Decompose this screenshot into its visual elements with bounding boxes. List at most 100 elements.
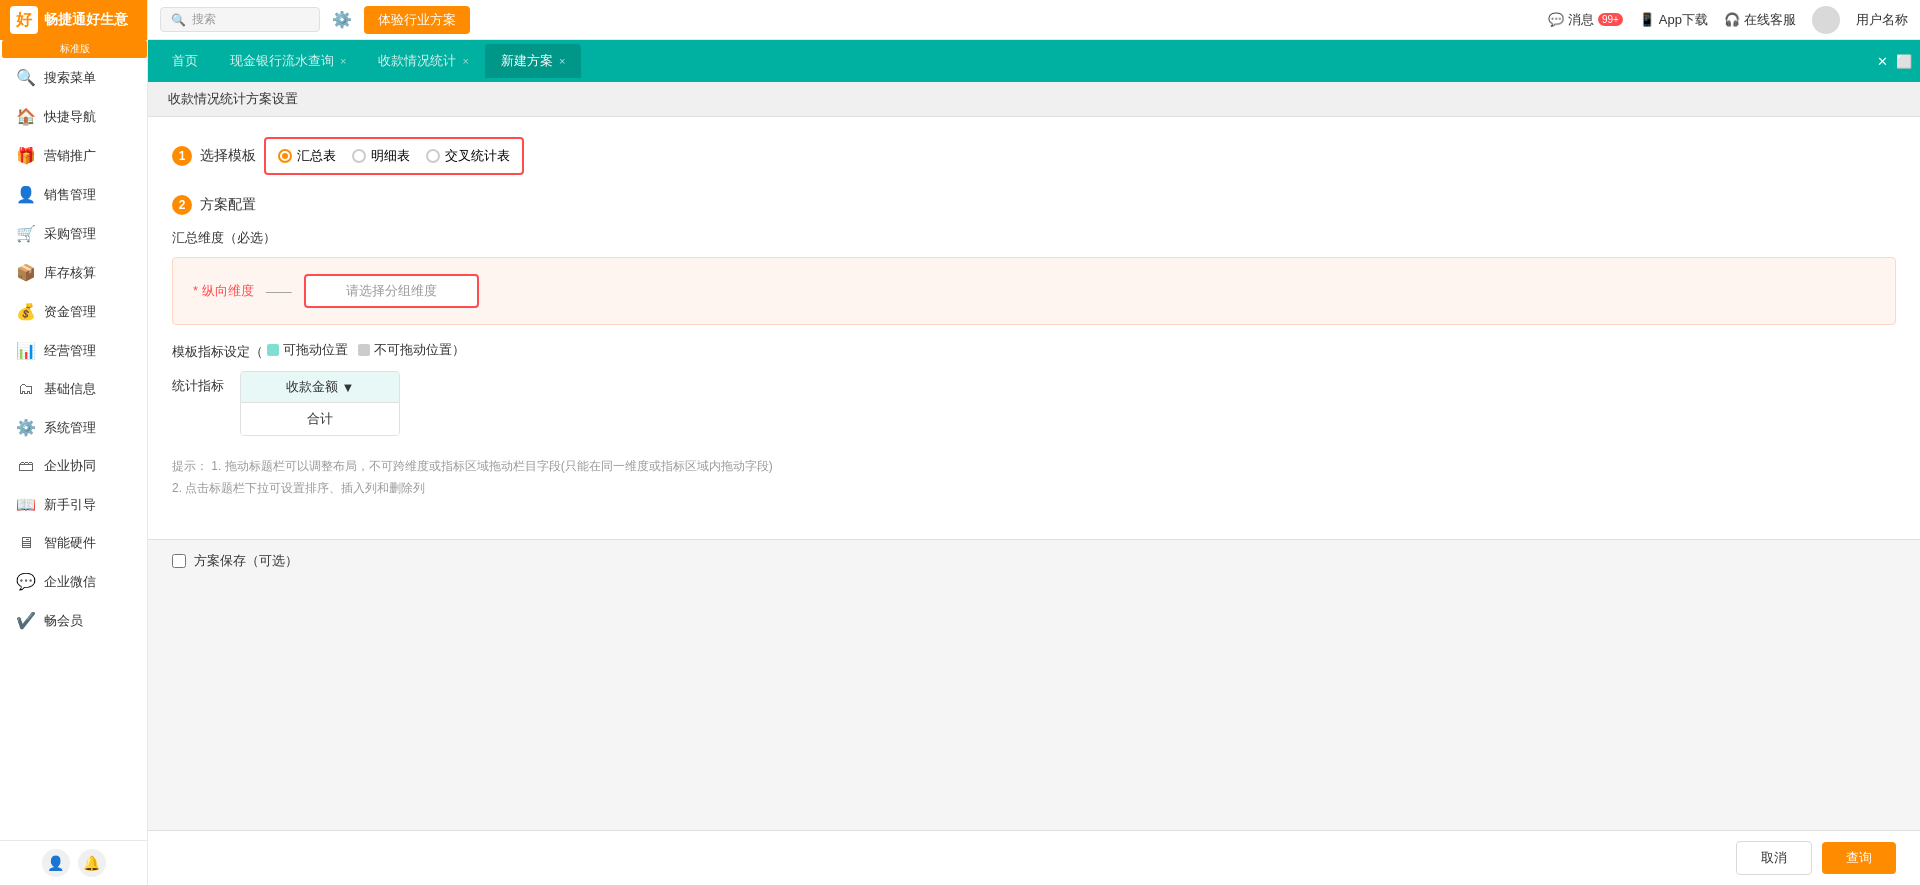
sidebar-bottom: 👤 🔔	[0, 840, 147, 885]
sidebar-item-guide[interactable]: 📖 新手引导	[0, 485, 147, 524]
dimension-row: * 纵向维度 —— 请选择分组维度	[193, 274, 1875, 308]
sidebar-item-sales[interactable]: 👤 销售管理	[0, 175, 147, 214]
sidebar-icon-hardware: 🖥	[16, 534, 36, 552]
step1-section: 1 选择模板 汇总表 明细表 交叉统计表	[172, 137, 1896, 175]
sidebar-item-basic-info[interactable]: 🗂 基础信息	[0, 370, 147, 408]
sidebar-icon-system: ⚙️	[16, 418, 36, 437]
dimension-selector[interactable]: 请选择分组维度	[304, 274, 479, 308]
sidebar-item-marketing[interactable]: 🎁 营销推广	[0, 136, 147, 175]
sidebar-label-wechat: 企业微信	[44, 573, 96, 591]
sidebar-item-finance[interactable]: 💰 资金管理	[0, 292, 147, 331]
dimension-arrow: ——	[266, 284, 292, 299]
sidebar-item-search-menu[interactable]: 🔍 搜索菜单	[0, 58, 147, 97]
sidebar-item-purchase[interactable]: 🛒 采购管理	[0, 214, 147, 253]
sidebar-item-system[interactable]: ⚙️ 系统管理	[0, 408, 147, 447]
sidebar-label-enterprise: 企业协同	[44, 457, 96, 475]
sidebar-item-hardware[interactable]: 🖥 智能硬件	[0, 524, 147, 562]
sidebar-label-search-menu: 搜索菜单	[44, 69, 96, 87]
nav-tab-close-bank-flow[interactable]: ×	[340, 55, 346, 67]
draggable-badge: 可拖动位置	[267, 341, 348, 359]
sidebar-item-member[interactable]: ✔️ 畅会员	[0, 601, 147, 640]
cancel-button[interactable]: 取消	[1736, 841, 1812, 875]
nav-tabs: 首页现金银行流水查询× 收款情况统计 × 新建方案 × ✕ ⬜	[148, 40, 1920, 82]
sidebar-label-purchase: 采购管理	[44, 225, 96, 243]
topbar: 🔍 搜索 ⚙️ 体验行业方案 💬 消息 99+ 📱 App下载 🎧 在线客服 用…	[148, 0, 1920, 40]
sidebar-item-wechat[interactable]: 💬 企业微信	[0, 562, 147, 601]
save-area: 方案保存（可选）	[148, 539, 1920, 582]
sidebar-bottom-btn-1[interactable]: 👤	[42, 849, 70, 877]
maximize-icon[interactable]: ⬜	[1896, 54, 1912, 69]
page-header-title: 收款情况统计方案设置	[148, 82, 1920, 117]
save-checkbox[interactable]	[172, 554, 186, 568]
nav-tab-bank-flow[interactable]: 现金银行流水查询×	[214, 44, 362, 78]
page-content: 收款情况统计方案设置 1 选择模板 汇总表 明细表 交叉统计表	[148, 82, 1920, 830]
save-label: 方案保存（可选）	[194, 552, 298, 570]
download-item[interactable]: 📱 App下载	[1639, 11, 1708, 29]
sidebar-icon-purchase: 🛒	[16, 224, 36, 243]
nav-tab-home[interactable]: 首页	[156, 44, 214, 78]
sidebar-bottom-btn-2[interactable]: 🔔	[78, 849, 106, 877]
main-container: 🔍 搜索 ⚙️ 体验行业方案 💬 消息 99+ 📱 App下载 🎧 在线客服 用…	[148, 0, 1920, 885]
template-selection-box: 汇总表 明细表 交叉统计表	[264, 137, 524, 175]
service-label: 在线客服	[1744, 11, 1796, 29]
notification-item[interactable]: 💬 消息 99+	[1548, 11, 1623, 29]
radio-cross[interactable]: 交叉统计表	[426, 147, 510, 165]
form-area: 1 选择模板 汇总表 明细表 交叉统计表 2 方案配置 汇总	[148, 117, 1920, 539]
notification-badge: 99+	[1598, 13, 1623, 26]
step2-section: 2 方案配置 汇总维度（必选） * 纵向维度 —— 请选择分组维度	[172, 195, 1896, 499]
radio-label-summary: 汇总表	[297, 147, 336, 165]
sidebar-icon-sales: 👤	[16, 185, 36, 204]
step1-number: 1	[172, 146, 192, 166]
logo-text: 畅捷通好生意	[44, 11, 128, 29]
sidebar-item-inventory[interactable]: 📦 库存核算	[0, 253, 147, 292]
step1-title: 选择模板	[200, 147, 256, 165]
nav-tab-label-new-plan: 新建方案	[501, 52, 553, 70]
metrics-table-header: 收款金额 ▼	[241, 372, 399, 403]
sidebar-logo: 好 畅捷通好生意	[0, 0, 147, 40]
sidebar-items-container: 🔍 搜索菜单 🏠 快捷导航 🎁 营销推广 👤 销售管理 🛒 采购管理 📦 库存核…	[0, 58, 147, 640]
user-avatar[interactable]	[1812, 6, 1840, 34]
nav-tab-label-collection-stat: 收款情况统计	[378, 52, 456, 70]
logo-icon: 好	[10, 6, 38, 34]
industry-btn[interactable]: 体验行业方案	[364, 6, 470, 34]
radio-summary[interactable]: 汇总表	[278, 147, 336, 165]
sidebar-label-sales: 销售管理	[44, 186, 96, 204]
nav-tab-close-new-plan[interactable]: ×	[559, 55, 565, 67]
radio-label-cross: 交叉统计表	[445, 147, 510, 165]
sidebar-item-operations[interactable]: 📊 经营管理	[0, 331, 147, 370]
sidebar-icon-finance: 💰	[16, 302, 36, 321]
nav-tab-collection-stat[interactable]: 收款情况统计 ×	[362, 44, 484, 78]
sidebar-label-member: 畅会员	[44, 612, 83, 630]
radio-detail[interactable]: 明细表	[352, 147, 410, 165]
query-button[interactable]: 查询	[1822, 842, 1896, 874]
close-window-icon[interactable]: ✕	[1877, 54, 1888, 69]
sidebar-icon-guide: 📖	[16, 495, 36, 514]
tip-area: 提示： 1. 拖动标题栏可以调整布局，不可跨维度或指标区域拖动栏目字段(只能在同…	[172, 456, 1896, 499]
non-draggable-badge: 不可拖动位置）	[358, 341, 465, 359]
topbar-search-box[interactable]: 🔍 搜索	[160, 7, 320, 32]
search-placeholder-text: 搜索	[192, 11, 216, 28]
metrics-header-content: 收款金额 ▼	[253, 378, 387, 396]
nav-tab-close-collection-stat[interactable]: ×	[462, 55, 468, 67]
step2-title: 方案配置	[200, 196, 256, 214]
nav-tab-items-container: 首页现金银行流水查询× 收款情况统计 × 新建方案 ×	[156, 44, 581, 78]
service-item[interactable]: 🎧 在线客服	[1724, 11, 1796, 29]
template-radio-group: 汇总表 明细表 交叉统计表	[278, 147, 510, 165]
sidebar-label-basic-info: 基础信息	[44, 380, 96, 398]
nav-tab-new-plan[interactable]: 新建方案 ×	[485, 44, 581, 78]
metrics-table: 收款金额 ▼ 合计	[240, 371, 400, 436]
sidebar-label-quick-nav: 快捷导航	[44, 108, 96, 126]
step2-header: 2 方案配置	[172, 195, 1896, 215]
service-icon: 🎧	[1724, 12, 1740, 27]
sidebar-icon-member: ✔️	[16, 611, 36, 630]
topbar-right: 💬 消息 99+ 📱 App下载 🎧 在线客服 用户名称	[1548, 6, 1908, 34]
download-label: App下载	[1659, 11, 1708, 29]
radio-input-detail	[352, 149, 366, 163]
sidebar-item-enterprise[interactable]: 🗃 企业协同	[0, 447, 147, 485]
metrics-layout: 统计指标 收款金额 ▼ 合计	[172, 371, 1896, 436]
metrics-total-cell: 合计	[241, 403, 399, 435]
sidebar-item-quick-nav[interactable]: 🏠 快捷导航	[0, 97, 147, 136]
dropdown-arrow-icon[interactable]: ▼	[342, 380, 355, 395]
logo-badge: 标准版	[2, 40, 147, 58]
gear-icon[interactable]: ⚙️	[332, 10, 352, 29]
